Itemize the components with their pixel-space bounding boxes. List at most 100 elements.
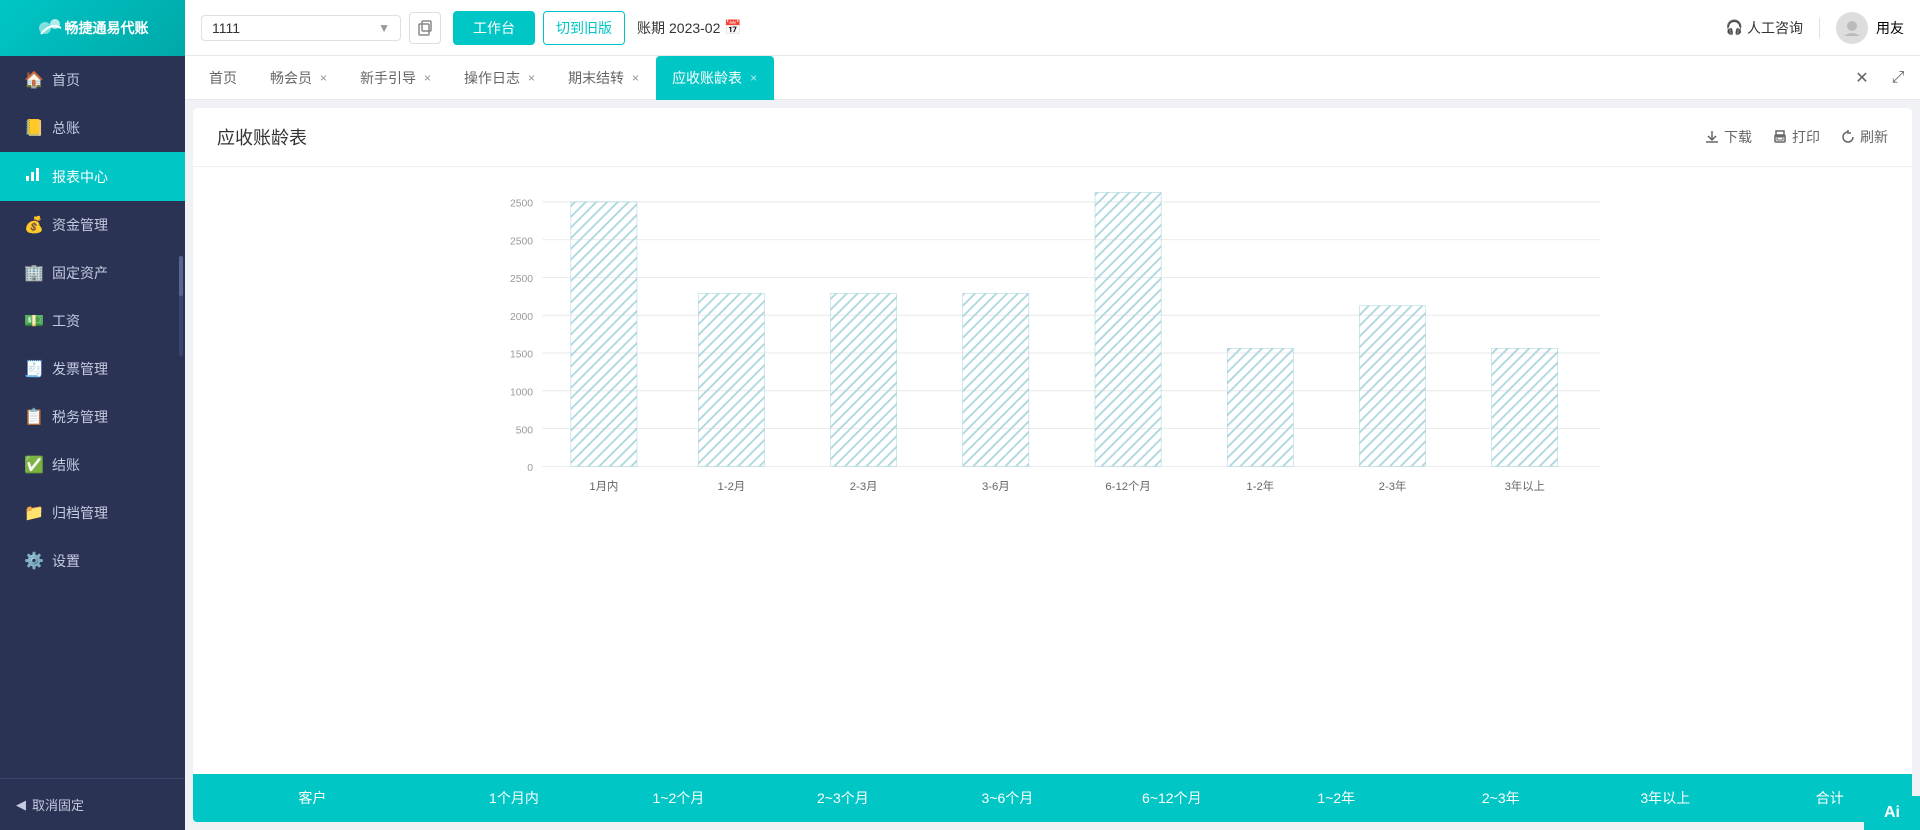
svg-text:1-2年: 1-2年 [1246,479,1274,493]
svg-text:3年以上: 3年以上 [1505,479,1545,493]
svg-text:1-2月: 1-2月 [718,481,746,493]
svg-text:500: 500 [516,425,534,436]
svg-text:2-3年: 2-3年 [1379,479,1407,493]
tab-aging[interactable]: 应收账龄表 × [656,56,774,100]
main-layout: 🏠 首页 📒 总账 报表中心 💰 资金管理 🏢 固定资产 💵 工资 🧾 发票管 [0,56,1920,830]
username: 用友 [1876,18,1904,38]
workspace-button[interactable]: 工作台 [453,11,535,45]
sidebar: 🏠 首页 📒 总账 报表中心 💰 资金管理 🏢 固定资产 💵 工资 🧾 发票管 [0,56,185,830]
expand-button[interactable]: ⤢ [1884,64,1912,92]
tab-member-close[interactable]: × [320,71,327,85]
copy-button[interactable] [409,12,441,44]
tax-icon: 📋 [24,407,42,427]
sidebar-label-funds: 资金管理 [52,215,108,235]
tab-oplog[interactable]: 操作日志 × [448,56,552,100]
close-all-button[interactable]: ✕ [1848,64,1876,92]
sidebar-label-checkout: 结账 [52,455,80,475]
user-area[interactable]: 用友 [1836,12,1904,44]
page-content: 应收账龄表 下载 打印 刷新 [193,108,1912,822]
switch-version-button[interactable]: 切到旧版 [543,11,625,45]
sidebar-label-salary: 工资 [52,311,80,331]
sidebar-item-settings[interactable]: ⚙️ 设置 [0,537,185,585]
reports-icon [24,166,42,187]
sidebar-item-home[interactable]: 🏠 首页 [0,56,185,104]
sidebar-label-ledger: 总账 [52,118,80,138]
salary-icon: 💵 [24,311,42,331]
sidebar-bottom: ◀ 取消固定 [0,778,185,830]
tab-member[interactable]: 畅会员 × [254,56,344,100]
cancel-fixed-label: 取消固定 [32,795,84,814]
logo-area: 畅捷通易代账 [0,0,185,56]
archive-icon: 📁 [24,503,42,523]
tab-guide[interactable]: 新手引导 × [344,56,448,100]
company-selector[interactable]: 1111 ▼ [201,15,401,41]
svg-text:2-3月: 2-3月 [850,481,878,493]
tab-oplog-label: 操作日志 [464,68,520,88]
assets-icon: 🏢 [24,263,42,283]
service-label: 人工咨询 [1747,18,1803,38]
sidebar-item-tax[interactable]: 📋 税务管理 [0,393,185,441]
calendar-icon[interactable]: 📅 [724,19,741,36]
sidebar-item-invoice[interactable]: 🧾 发票管理 [0,345,185,393]
svg-text:2500: 2500 [510,236,533,247]
col-3year-plus: 3年以上 [1583,788,1747,808]
tab-period-end[interactable]: 期末结转 × [552,56,656,100]
period-label: 账期 [637,18,665,38]
sidebar-item-checkout[interactable]: ✅ 结账 [0,441,185,489]
svg-text:6-12个月: 6-12个月 [1105,480,1150,493]
tab-home[interactable]: 首页 [193,56,254,100]
unpin-icon: ◀ [16,797,26,813]
tab-oplog-close[interactable]: × [528,71,535,85]
bar-chart: 2500 2500 2500 2000 1500 1000 500 0 [217,183,1888,523]
sidebar-item-salary[interactable]: 💵 工资 [0,297,185,345]
svg-text:2000: 2000 [510,312,533,323]
tab-guide-close[interactable]: × [424,71,431,85]
download-icon [1704,129,1720,145]
sidebar-label-archive: 归档管理 [52,503,108,523]
col-1-2year: 1~2年 [1254,788,1418,808]
svg-text:0: 0 [527,463,533,474]
avatar [1836,12,1868,44]
download-button[interactable]: 下载 [1704,127,1752,147]
sidebar-label-assets: 固定资产 [52,263,108,283]
chart-container: 2500 2500 2500 2000 1500 1000 500 0 [193,167,1912,774]
col-6-12month: 6~12个月 [1090,788,1254,808]
sidebar-item-ledger[interactable]: 📒 总账 [0,104,185,152]
sidebar-item-assets[interactable]: 🏢 固定资产 [0,249,185,297]
print-icon [1772,129,1788,145]
sidebar-item-reports[interactable]: 报表中心 [0,152,185,201]
sidebar-label-settings: 设置 [52,551,80,571]
tab-period-end-label: 期末结转 [568,68,624,88]
service-button[interactable]: 🎧 人工咨询 [1726,18,1803,38]
headset-icon: 🎧 [1726,19,1743,36]
header: 畅捷通易代账 1111 ▼ 工作台 切到旧版 账期 2023-02 📅 🎧 人工… [0,0,1920,56]
period-value: 2023-02 [669,20,720,36]
logo-text: 畅捷通易代账 [65,18,149,38]
page-header: 应收账龄表 下载 打印 刷新 [193,108,1912,167]
tab-bar: 首页 畅会员 × 新手引导 × 操作日志 × 期末结转 × 应收账龄表 × [185,56,1920,100]
sidebar-item-funds[interactable]: 💰 资金管理 [0,201,185,249]
print-label: 打印 [1792,127,1820,147]
home-icon: 🏠 [24,70,42,90]
settings-icon: ⚙️ [24,551,42,571]
scrollbar-thumb[interactable] [179,256,183,296]
checkout-icon: ✅ [24,455,42,475]
col-customer: 客户 [193,788,432,808]
print-button[interactable]: 打印 [1772,127,1820,147]
col-3-6month: 3~6个月 [925,788,1089,808]
col-1month: 1个月内 [432,788,596,808]
tab-aging-label: 应收账龄表 [672,68,742,88]
tab-period-end-close[interactable]: × [632,71,639,85]
col-2-3month: 2~3个月 [761,788,925,808]
tab-aging-close[interactable]: × [750,71,757,85]
ai-widget[interactable]: Ai [1864,796,1920,830]
svg-text:1月内: 1月内 [589,479,618,493]
refresh-button[interactable]: 刷新 [1840,127,1888,147]
cancel-fixed-button[interactable]: ◀ 取消固定 [8,787,177,822]
scrollbar-track[interactable] [179,256,183,356]
refresh-icon [1840,129,1856,145]
company-name: 1111 [212,20,378,36]
sidebar-item-archive[interactable]: 📁 归档管理 [0,489,185,537]
col-2-3year: 2~3年 [1419,788,1583,808]
header-right: 🎧 人工咨询 用友 [1726,12,1904,44]
